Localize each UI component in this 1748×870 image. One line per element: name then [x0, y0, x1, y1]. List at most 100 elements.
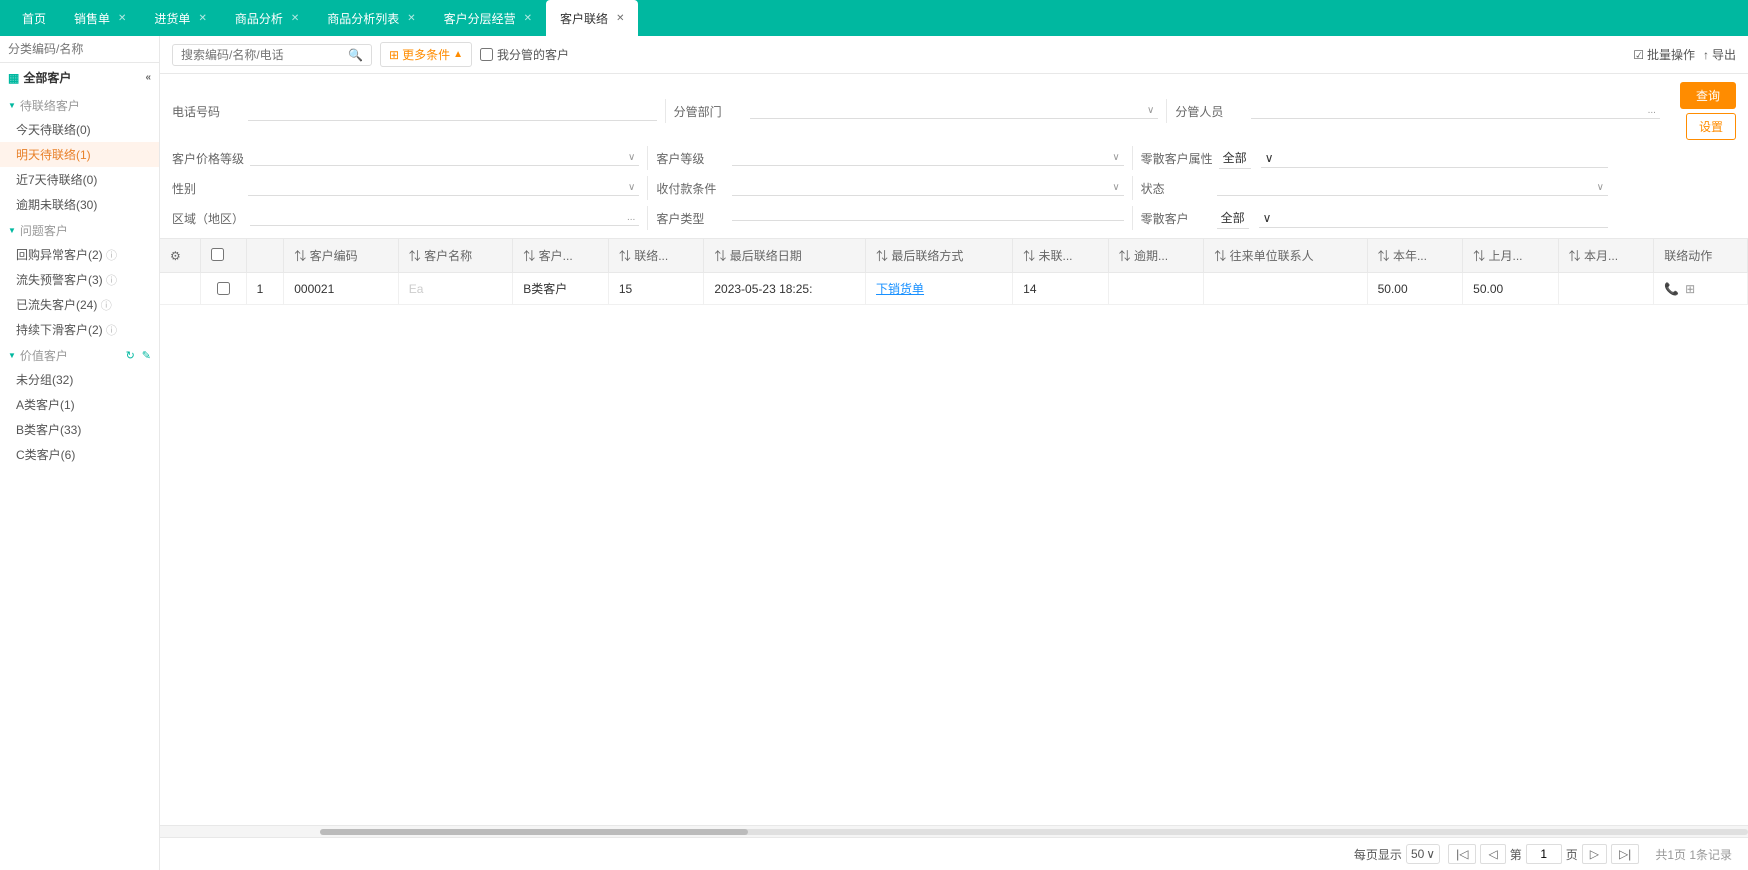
retail-attr-select[interactable]: 全部: [1219, 147, 1251, 169]
col-gear-header[interactable]: ⚙: [160, 239, 200, 273]
col-this-year-header[interactable]: ⇅ 本年...: [1367, 239, 1463, 273]
prev-page-btn[interactable]: ◁: [1480, 844, 1505, 864]
nav-sales[interactable]: 销售单 ✕: [60, 0, 140, 36]
nav-home-label: 首页: [22, 10, 46, 27]
customer-level-select[interactable]: ∨: [732, 150, 1123, 166]
sidebar-item-ungroup[interactable]: 未分组(32): [0, 367, 159, 392]
sidebar-search-bar[interactable]: 🔍: [0, 36, 159, 63]
price-level-select[interactable]: ∨: [250, 150, 639, 166]
col-unit-contact-header[interactable]: ⇅ 往来单位联系人: [1204, 239, 1367, 273]
nav-customer-tier[interactable]: 客户分层经营 ✕: [430, 0, 546, 36]
filter-status: 状态 ∨: [1141, 180, 1608, 197]
nav-product-analysis[interactable]: 商品分析 ✕: [221, 0, 313, 36]
dept-select[interactable]: ∨: [750, 103, 1159, 119]
nav-customer-contact[interactable]: 客户联络 ✕: [546, 0, 638, 36]
filter-search-input[interactable]: [181, 48, 344, 62]
retail-customer-dropdown[interactable]: ∨: [1259, 209, 1608, 228]
col-last-date-header[interactable]: ⇅ 最后联络日期: [704, 239, 866, 273]
col-last-month-header[interactable]: ⇅ 上月...: [1463, 239, 1559, 273]
nav-home[interactable]: 首页: [8, 0, 60, 36]
sidebar-item-today[interactable]: 今天待联络(0): [0, 117, 159, 142]
row-last-way-cell[interactable]: 下销货单: [866, 273, 1013, 305]
nav-customer-tier-label: 客户分层经营: [444, 10, 516, 27]
gender-select[interactable]: ∨: [248, 180, 639, 196]
nav-purchase-close[interactable]: ✕: [198, 13, 206, 24]
grid-action-icon[interactable]: ⊞: [1685, 282, 1695, 296]
nav-customer-tier-close[interactable]: ✕: [524, 13, 532, 24]
value-group-refresh-icon[interactable]: ↻: [126, 349, 135, 362]
nav-product-list[interactable]: 商品分析列表 ✕: [313, 0, 429, 36]
col-type-header[interactable]: ⇅ 客户...: [513, 239, 609, 273]
my-customers-check[interactable]: [480, 48, 493, 61]
sidebar-item-c-class[interactable]: C类客户(6): [0, 442, 159, 467]
divider-1: [665, 99, 666, 123]
row-gear-cell: [160, 273, 200, 305]
sidebar-item-a-class[interactable]: A类客户(1): [0, 392, 159, 417]
area-select[interactable]: ...: [250, 210, 639, 226]
phone-input[interactable]: [248, 102, 657, 121]
customer-type-select[interactable]: [732, 216, 1123, 221]
filter-phone: 电话号码: [172, 102, 657, 121]
advanced-filter-panel: 电话号码 分管部门 ∨ 分管人员 ...: [160, 74, 1748, 239]
next-page-btn[interactable]: ▷: [1582, 844, 1607, 864]
retail-customer-select[interactable]: 全部: [1217, 207, 1249, 229]
retail-attr-dropdown[interactable]: ∨: [1261, 149, 1608, 168]
page-size-select[interactable]: 50 ∨: [1406, 844, 1440, 864]
nav-product-analysis-close[interactable]: ✕: [291, 13, 299, 24]
col-checkbox-header[interactable]: [200, 239, 246, 273]
filter-search-icon[interactable]: 🔍: [348, 48, 363, 62]
filter-row-1: 电话号码 分管部门 ∨ 分管人员 ...: [172, 82, 1736, 140]
col-overdue-header[interactable]: ⇅ 逾期...: [1108, 239, 1204, 273]
per-page-label: 每页显示: [1354, 846, 1402, 863]
page-suffix-label: 页: [1566, 846, 1578, 863]
sidebar-collapse-icon[interactable]: «: [145, 72, 151, 83]
payment-select[interactable]: ∨: [732, 180, 1123, 196]
nav-product-list-close[interactable]: ✕: [407, 13, 415, 24]
nav-sales-close[interactable]: ✕: [118, 13, 126, 24]
status-select[interactable]: ∨: [1217, 180, 1608, 196]
sidebar-item-overdue[interactable]: 逾期未联络(30): [0, 192, 159, 217]
col-uncontacted-header[interactable]: ⇅ 未联...: [1013, 239, 1109, 273]
sidebar-item-churned[interactable]: 已流失客户(24) ⓘ: [0, 292, 159, 317]
phone-action-icon[interactable]: 📞: [1664, 282, 1679, 296]
row-checkbox-cell[interactable]: [200, 273, 246, 305]
sidebar-item-tomorrow[interactable]: 明天待联络(1): [0, 142, 159, 167]
manager-select[interactable]: ...: [1251, 103, 1660, 119]
nav-purchase[interactable]: 进货单 ✕: [140, 0, 220, 36]
settings-btn[interactable]: 设置: [1686, 113, 1736, 140]
filter-search-box[interactable]: 🔍: [172, 44, 372, 66]
filter-more-btn[interactable]: ⊞ 更多条件 ▲: [380, 42, 472, 67]
sidebar-search-input[interactable]: [8, 42, 160, 56]
value-group-edit-icon[interactable]: ✎: [142, 349, 151, 362]
last-page-btn[interactable]: ▷|: [1611, 844, 1639, 864]
sidebar-item-repurchase[interactable]: 回购异常客户(2) ⓘ: [0, 242, 159, 267]
page-number-input[interactable]: [1526, 844, 1562, 864]
nav-customer-contact-close[interactable]: ✕: [616, 13, 624, 24]
my-customers-checkbox[interactable]: 我分管的客户: [480, 46, 569, 63]
gear-icon[interactable]: ⚙: [170, 249, 181, 263]
first-page-btn[interactable]: |◁: [1448, 844, 1476, 864]
my-customers-label: 我分管的客户: [497, 46, 569, 63]
col-contact-header[interactable]: ⇅ 联络...: [608, 239, 704, 273]
col-this-month-header[interactable]: ⇅ 本月...: [1558, 239, 1654, 273]
scrollbar-thumb[interactable]: [320, 829, 748, 835]
col-last-way-header[interactable]: ⇅ 最后联络方式: [866, 239, 1013, 273]
pending-triangle-icon: ▼: [8, 101, 16, 110]
select-all-checkbox[interactable]: [211, 248, 224, 261]
sidebar-item-declining[interactable]: 持续下滑客户(2) ⓘ: [0, 317, 159, 342]
batch-operation-btn[interactable]: ☑ 批量操作: [1633, 46, 1695, 63]
export-btn[interactable]: ↑ 导出: [1703, 46, 1736, 63]
nav-product-analysis-label: 商品分析: [235, 10, 283, 27]
page-prefix-label: 第: [1510, 846, 1522, 863]
sidebar-all-customers[interactable]: ▦ 全部客户 «: [0, 63, 159, 92]
filter-customer-type: 客户类型: [656, 210, 1123, 227]
col-name-header[interactable]: ⇅ 客户名称: [398, 239, 513, 273]
filter-right-actions: ☑ 批量操作 ↑ 导出: [1633, 46, 1736, 63]
sidebar-item-churn-warning[interactable]: 流失预警客户(3) ⓘ: [0, 267, 159, 292]
sidebar-item-b-class[interactable]: B类客户(33): [0, 417, 159, 442]
sidebar-item-7days[interactable]: 近7天待联络(0): [0, 167, 159, 192]
col-code-header[interactable]: ⇅ 客户编码: [284, 239, 399, 273]
query-btn[interactable]: 查询: [1680, 82, 1736, 109]
row-checkbox[interactable]: [217, 282, 230, 295]
horizontal-scrollbar[interactable]: [160, 825, 1748, 837]
